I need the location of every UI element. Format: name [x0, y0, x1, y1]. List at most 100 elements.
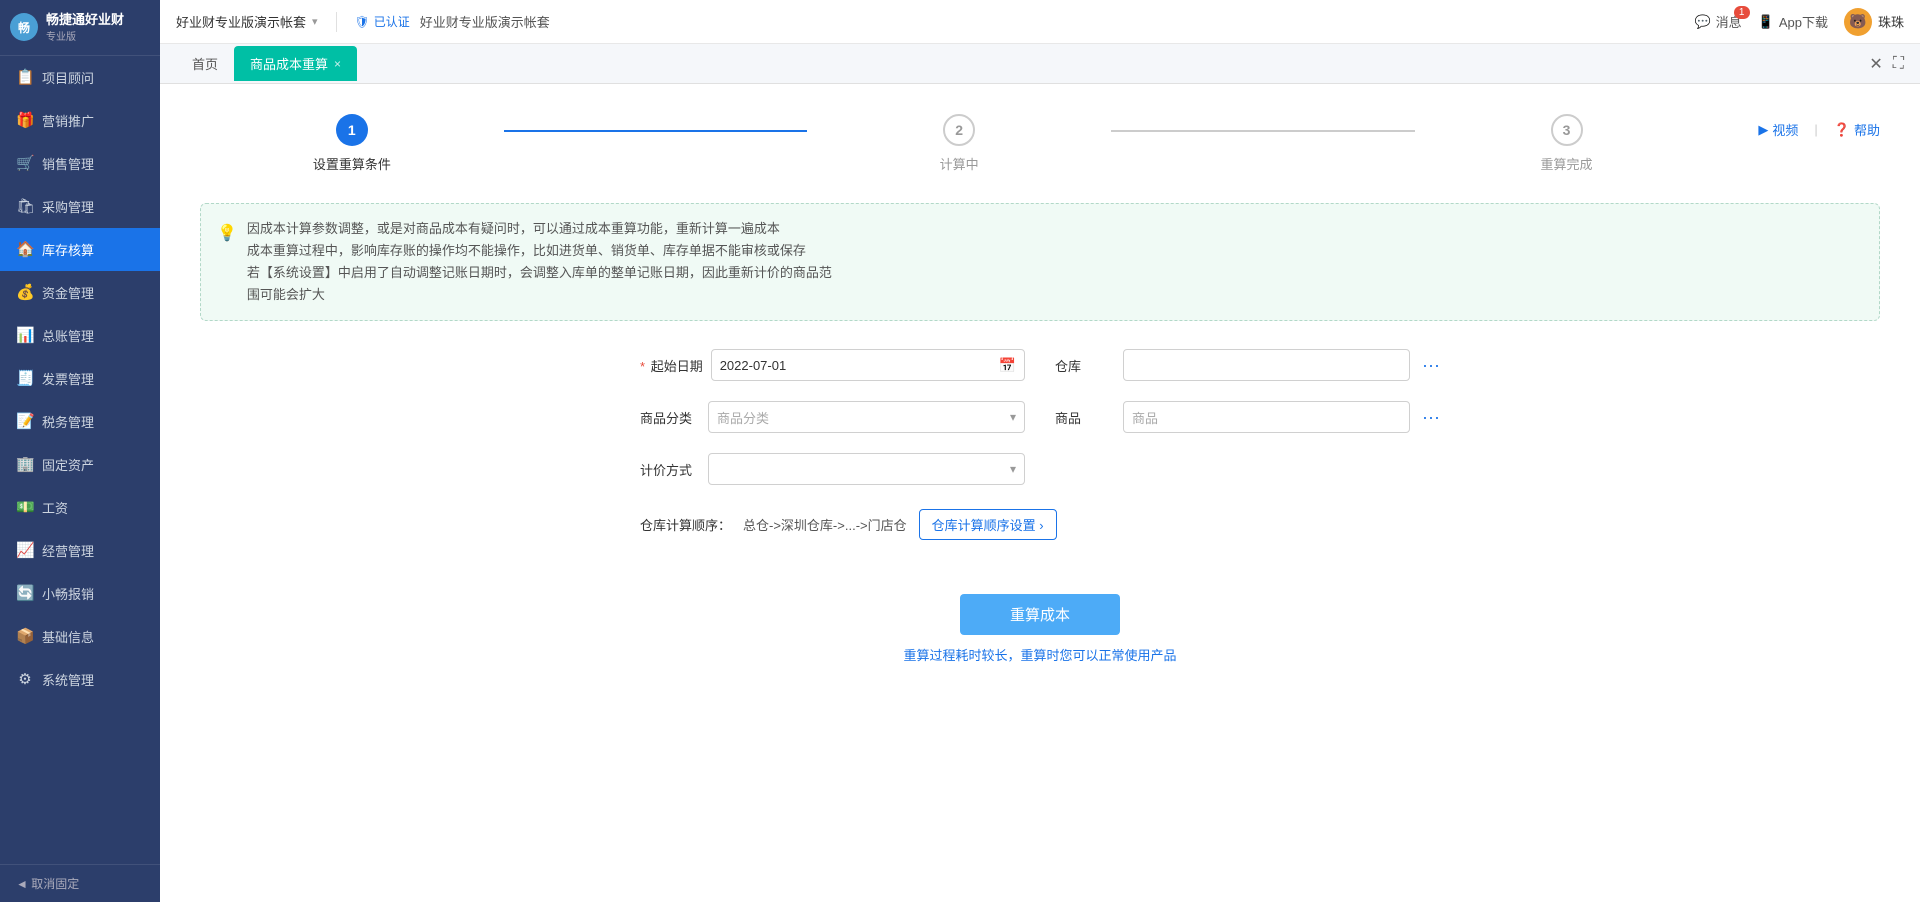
category-group: 商品分类 商品分类 ▾: [640, 401, 1025, 433]
sidebar-item-project[interactable]: 📋 项目顾问: [0, 56, 160, 99]
tab-home[interactable]: 首页: [176, 46, 234, 81]
pricing-label: 计价方式: [640, 460, 700, 479]
unpin-label: ◄ 取消固定: [16, 875, 79, 892]
account-chevron-icon: ▾: [312, 15, 318, 28]
basic-icon: 📦: [16, 627, 34, 645]
sidebar-item-label: 基础信息: [42, 627, 94, 646]
sidebar-item-label: 发票管理: [42, 369, 94, 388]
warehouse-more-icon[interactable]: ···: [1422, 355, 1440, 376]
user-menu[interactable]: 🐻 珠珠: [1844, 8, 1904, 36]
form-row-2: 商品分类 商品分类 ▾ 商品 商品 ···: [640, 401, 1440, 433]
sidebar-item-finance[interactable]: 💰 资金管理: [0, 271, 160, 314]
message-count-badge: 1: [1734, 6, 1750, 19]
recalc-note: 重算过程耗时较长，重算时您可以正常使用产品: [640, 645, 1440, 664]
company-name: 好业财专业版演示帐套: [420, 12, 550, 31]
start-date-input[interactable]: 2022-07-01 📅: [711, 349, 1025, 381]
accounting-icon: 📊: [16, 326, 34, 344]
sidebar-item-label: 库存核算: [42, 240, 94, 259]
step-3-circle: 3: [1551, 114, 1583, 146]
step-1-circle: 1: [336, 114, 368, 146]
video-button[interactable]: ▶ 视频: [1758, 120, 1798, 139]
close-window-icon[interactable]: ✕: [1869, 54, 1882, 74]
pricing-group: 计价方式 ▾: [640, 453, 1025, 485]
account-name: 好业财专业版演示帐套: [176, 12, 306, 31]
warehouse-order-value: 总仓->深圳仓库->...->门店仓: [743, 515, 907, 534]
topbar: 好业财专业版演示帐套 ▾ 🛡 已认证 好业财专业版演示帐套 💬 消息 1 📱 A…: [160, 0, 1920, 44]
sidebar-item-basic[interactable]: 📦 基础信息: [0, 615, 160, 658]
sidebar-item-marketing[interactable]: 🎁 营销推广: [0, 99, 160, 142]
app-download-button[interactable]: 📱 App下载: [1758, 12, 1828, 31]
sidebar-item-salary[interactable]: 💵 工资: [0, 486, 160, 529]
sidebar-item-tax[interactable]: 📝 税务管理: [0, 400, 160, 443]
maximize-icon[interactable]: ⛶: [1893, 55, 1904, 73]
main-area: 好业财专业版演示帐套 ▾ 🛡 已认证 好业财专业版演示帐套 💬 消息 1 📱 A…: [160, 0, 1920, 902]
step-3: 3 重算完成: [1415, 114, 1719, 173]
sidebar-item-accounting[interactable]: 📊 总账管理: [0, 314, 160, 357]
sidebar-nav: 📋 项目顾问 🎁 营销推广 🛒 销售管理 🛍 采购管理 🏠 库存核算 💰 资金管…: [0, 56, 160, 864]
sidebar-item-label: 项目顾问: [42, 68, 94, 87]
sidebar-item-system[interactable]: ⚙ 系统管理: [0, 658, 160, 701]
sidebar-item-expense[interactable]: 🔄 小畅报销: [0, 572, 160, 615]
warehouse-order-label: 仓库计算顺序：: [640, 515, 731, 534]
verified-badge: 🛡 已认证: [355, 13, 410, 30]
step-2-label: 计算中: [940, 154, 979, 173]
avatar: 🐻: [1844, 8, 1872, 36]
recalc-button[interactable]: 重算成本: [960, 594, 1120, 635]
warehouse-input[interactable]: [1123, 349, 1410, 381]
sidebar-item-sales[interactable]: 🛒 销售管理: [0, 142, 160, 185]
help-button[interactable]: ❓ 帮助: [1834, 120, 1880, 139]
sidebar-item-purchase[interactable]: 🛍 采购管理: [0, 185, 160, 228]
step-line-2: [1111, 130, 1415, 132]
sidebar-item-label: 经营管理: [42, 541, 94, 560]
calendar-icon[interactable]: 📅: [999, 357, 1016, 374]
product-group: 商品 商品 ···: [1055, 401, 1440, 433]
notice-icon: 💡: [217, 220, 237, 306]
sidebar-item-operations[interactable]: 📈 经营管理: [0, 529, 160, 572]
tab-close-icon[interactable]: ×: [334, 57, 341, 71]
sidebar-item-inventory[interactable]: 🏠 库存核算: [0, 228, 160, 271]
shield-icon: 🛡: [355, 15, 370, 29]
notice-line3: 若【系统设置】中启用了自动调整记账日期时，会调整入库单的整单记账日期，因此重新计…: [247, 262, 832, 284]
app-subtitle: 专业版: [46, 28, 124, 43]
start-date-group: * 起始日期 2022-07-01 📅: [640, 349, 1025, 381]
step-1: 1 设置重算条件: [200, 114, 504, 173]
step-3-label: 重算完成: [1541, 154, 1593, 173]
sidebar-item-label: 营销推广: [42, 111, 94, 130]
play-icon: ▶: [1758, 122, 1768, 138]
sidebar-item-invoice[interactable]: 🧾 发票管理: [0, 357, 160, 400]
sidebar-item-assets[interactable]: 🏢 固定资产: [0, 443, 160, 486]
sidebar-item-label: 系统管理: [42, 670, 94, 689]
sales-icon: 🛒: [16, 154, 34, 172]
product-label: 商品: [1055, 408, 1115, 427]
product-input[interactable]: 商品: [1123, 401, 1410, 433]
expense-icon: 🔄: [16, 584, 34, 602]
help-icon: ❓: [1834, 122, 1850, 138]
pricing-select[interactable]: ▾: [708, 453, 1025, 485]
assets-icon: 🏢: [16, 455, 34, 473]
product-more-icon[interactable]: ···: [1422, 407, 1440, 428]
warehouse-group: 仓库 ···: [1055, 349, 1440, 381]
tab-cost-recalc[interactable]: 商品成本重算 ×: [234, 46, 357, 81]
notice-line4: 围可能会扩大: [247, 284, 832, 306]
sidebar-header: 畅 畅捷通好业财 专业版: [0, 0, 160, 56]
sidebar: 畅 畅捷通好业财 专业版 📋 项目顾问 🎁 营销推广 🛒 销售管理 🛍 采购管理…: [0, 0, 160, 902]
notice-line1: 因成本计算参数调整，或是对商品成本有疑问时，可以通过成本重算功能，重新计算一遍成…: [247, 218, 832, 240]
username: 珠珠: [1878, 12, 1904, 31]
category-placeholder: 商品分类: [717, 408, 1010, 427]
sidebar-item-label: 工资: [42, 498, 68, 517]
notice-box: 💡 因成本计算参数调整，或是对商品成本有疑问时，可以通过成本重算功能，重新计算一…: [200, 203, 1880, 321]
app-title: 畅捷通好业财: [46, 12, 124, 28]
system-icon: ⚙: [16, 670, 34, 688]
notice-content: 因成本计算参数调整，或是对商品成本有疑问时，可以通过成本重算功能，重新计算一遍成…: [247, 218, 832, 306]
step-line-1: [504, 130, 808, 132]
category-select[interactable]: 商品分类 ▾: [708, 401, 1025, 433]
sidebar-item-label: 总账管理: [42, 326, 94, 345]
topbar-divider: [336, 12, 337, 32]
warehouse-order-row: 仓库计算顺序： 总仓->深圳仓库->...->门店仓 仓库计算顺序设置 ›: [640, 505, 1440, 544]
start-date-label: * 起始日期: [640, 356, 703, 375]
sidebar-unpin-button[interactable]: ◄ 取消固定: [0, 864, 160, 902]
message-button[interactable]: 💬 消息 1: [1694, 12, 1741, 31]
warehouse-order-settings-button[interactable]: 仓库计算顺序设置 ›: [919, 509, 1057, 540]
app-download-label: App下载: [1779, 12, 1828, 31]
account-selector[interactable]: 好业财专业版演示帐套 ▾: [176, 12, 318, 31]
